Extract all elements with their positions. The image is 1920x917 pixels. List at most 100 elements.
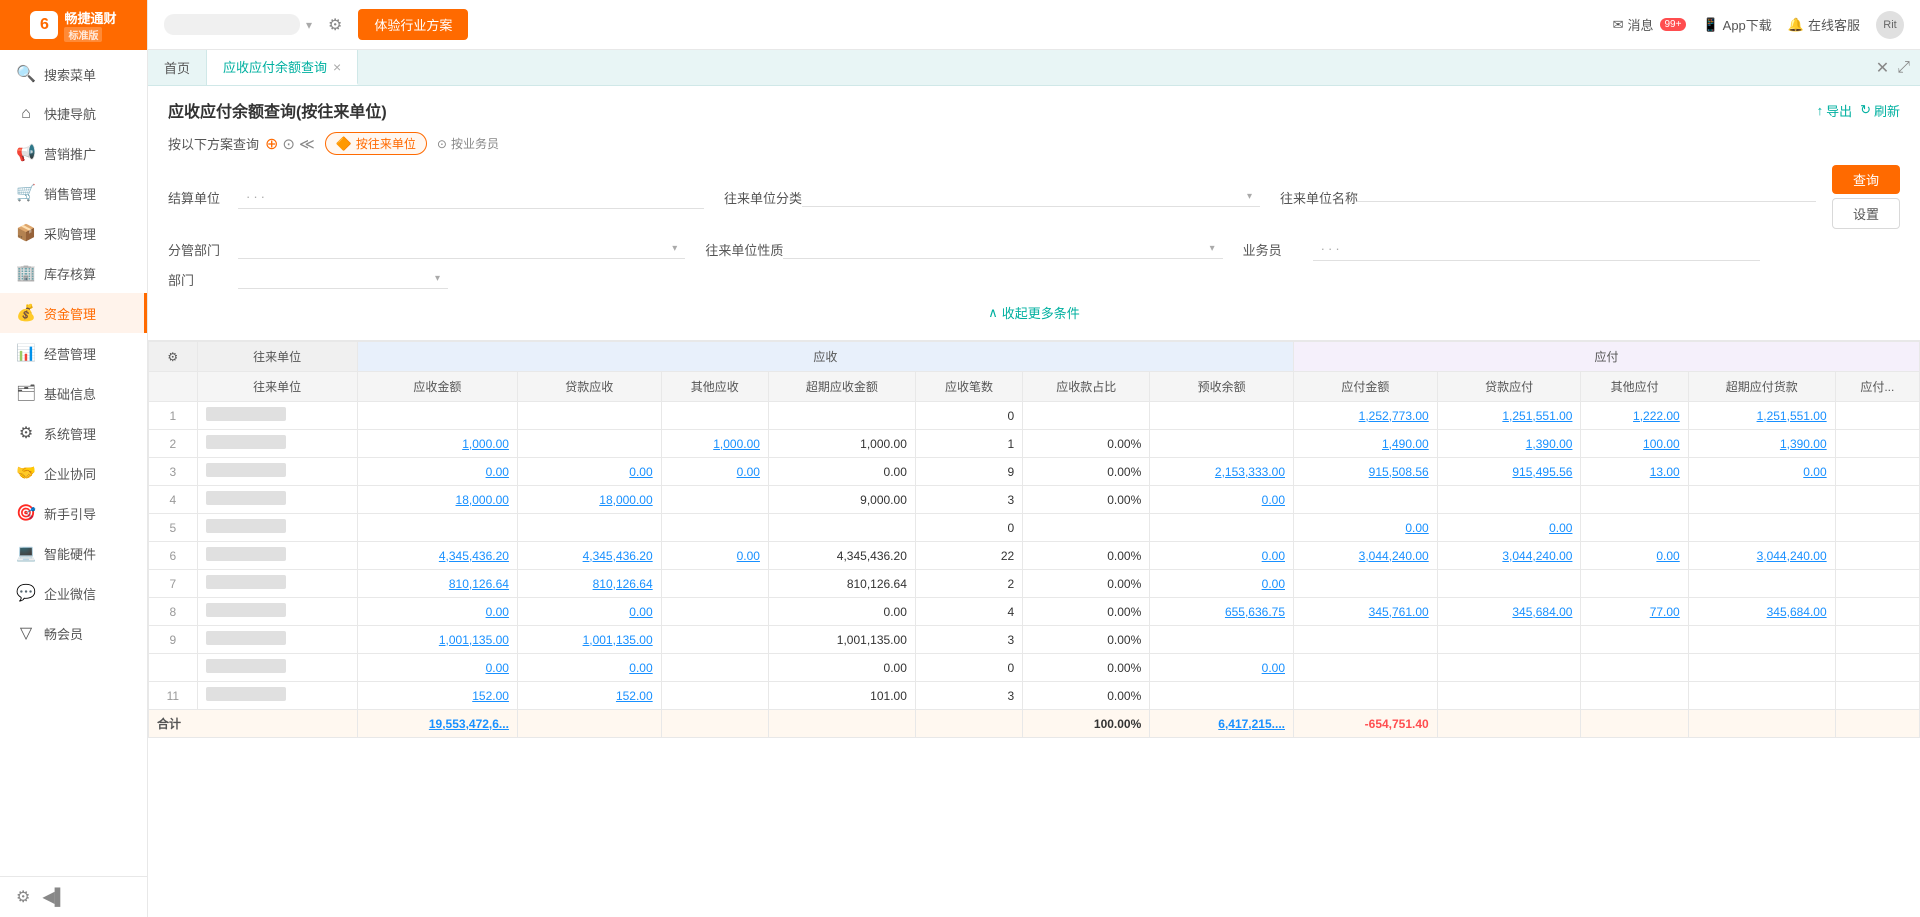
table-cell[interactable]: 1,390.00 <box>1688 430 1835 458</box>
export-button[interactable]: ↑ 导出 <box>1817 101 1853 120</box>
table-cell[interactable]: 1,000.00 <box>661 430 768 458</box>
table-cell[interactable]: 810,126.64 <box>517 570 661 598</box>
sidebar-item-quicknav[interactable]: ⌂ 快捷导航 <box>0 94 147 133</box>
table-cell[interactable]: 18,000.00 <box>357 486 517 514</box>
sidebar-item-hardware[interactable]: 💻 智能硬件 <box>0 533 147 573</box>
table-cell[interactable]: 1,222.00 <box>1581 402 1688 430</box>
collapse-button[interactable]: ∧ 收起更多条件 <box>168 297 1900 328</box>
table-cell[interactable]: 0.00 <box>1150 486 1294 514</box>
sidebar-item-sales[interactable]: 🛒 销售管理 <box>0 173 147 213</box>
sidebar-item-search[interactable]: 🔍 搜索菜单 <box>0 54 147 94</box>
scheme-by-salesman[interactable]: ⊙ 按业务员 <box>427 133 509 154</box>
table-cell[interactable]: 0.00 <box>1688 458 1835 486</box>
sidebar-item-marketing[interactable]: 📢 营销推广 <box>0 133 147 173</box>
table-cell[interactable]: 0.00 <box>357 458 517 486</box>
table-cell[interactable]: 1,490.00 <box>1294 430 1438 458</box>
table-cell[interactable]: 0.00 <box>357 654 517 682</box>
settings-button[interactable]: 设置 <box>1832 198 1900 229</box>
settings-icon[interactable]: ⚙ <box>16 887 30 907</box>
table-cell[interactable]: 18,000.00 <box>517 486 661 514</box>
collapse-sidebar-icon[interactable]: ◀▌ <box>42 887 66 907</box>
tab-ar-query[interactable]: 应收应付余额查询 × <box>207 50 358 85</box>
topbar-gear-icon[interactable]: ⚙ <box>324 11 346 39</box>
app-download-action[interactable]: 📱 App下载 <box>1702 15 1771 34</box>
table-cell[interactable]: 0.00 <box>1150 654 1294 682</box>
table-cell <box>197 682 357 710</box>
table-cell[interactable]: 1,001,135.00 <box>517 626 661 654</box>
filter-input-partner-name[interactable] <box>1358 193 1816 202</box>
refresh-button[interactable]: ↻ 刷新 <box>1860 101 1900 120</box>
table-cell[interactable]: 0.00 <box>661 542 768 570</box>
sidebar-item-enterprise[interactable]: 🤝 企业协同 <box>0 453 147 493</box>
footer-ap-other <box>1581 710 1688 738</box>
table-cell[interactable]: 77.00 <box>1581 598 1688 626</box>
online-service-action[interactable]: 🔔 在线客服 <box>1788 15 1860 34</box>
sidebar-item-finance[interactable]: 💰 资金管理 <box>0 293 147 333</box>
table-cell[interactable]: 345,684.00 <box>1688 598 1835 626</box>
table-cell[interactable]: 1,251,551.00 <box>1688 402 1835 430</box>
table-cell[interactable]: 4,345,436.20 <box>357 542 517 570</box>
tab-close-icon[interactable]: × <box>333 59 341 75</box>
sidebar-item-inventory[interactable]: 🏢 库存核算 <box>0 253 147 293</box>
table-cell[interactable]: 0.00 <box>661 458 768 486</box>
table-cell[interactable]: 0.00 <box>357 598 517 626</box>
table-cell[interactable]: 915,508.56 <box>1294 458 1438 486</box>
table-cell[interactable]: 152.00 <box>517 682 661 710</box>
table-cell[interactable]: 0.00 <box>1581 542 1688 570</box>
scheme-by-partner[interactable]: 🔶 按往来单位 <box>325 132 427 155</box>
scheme-collapse-icon[interactable]: ≪ <box>299 135 315 153</box>
table-cell[interactable]: 655,636.75 <box>1150 598 1294 626</box>
table-cell[interactable]: 0.00 <box>1150 570 1294 598</box>
footer-prepay[interactable]: 6,417,215.... <box>1150 710 1294 738</box>
table-cell[interactable]: 1,251,551.00 <box>1437 402 1581 430</box>
sidebar-item-management[interactable]: 📊 经营管理 <box>0 333 147 373</box>
filter-input-dept-mgr[interactable]: ▾ <box>238 239 685 259</box>
th-gear[interactable]: ⚙ <box>149 342 198 372</box>
table-cell[interactable]: 1,000.00 <box>357 430 517 458</box>
table-cell[interactable]: 915,495.56 <box>1437 458 1581 486</box>
table-cell[interactable]: 0.00 <box>517 598 661 626</box>
sidebar-item-purchase[interactable]: 📦 采购管理 <box>0 213 147 253</box>
messages-action[interactable]: ✉ 消息 99+ <box>1613 15 1687 34</box>
table-cell[interactable]: 810,126.64 <box>357 570 517 598</box>
sidebar-item-guide[interactable]: 🎯 新手引导 <box>0 493 147 533</box>
tab-maximize-icon[interactable]: ⤢ <box>1897 59 1910 77</box>
filter-input-partner-nature[interactable]: ▾ <box>783 239 1222 259</box>
table-cell[interactable]: 1,001,135.00 <box>357 626 517 654</box>
table-cell[interactable]: 0.00 <box>1150 542 1294 570</box>
table-cell[interactable]: 0.00 <box>1294 514 1438 542</box>
table-cell[interactable]: 1,390.00 <box>1437 430 1581 458</box>
sidebar-item-member[interactable]: ▽ 畅会员 <box>0 613 147 653</box>
table-cell[interactable]: 345,761.00 <box>1294 598 1438 626</box>
table-cell[interactable]: 0.00 <box>517 654 661 682</box>
table-cell[interactable]: 4,345,436.20 <box>517 542 661 570</box>
hardware-icon: 💻 <box>16 543 36 563</box>
filter-input-settlement[interactable]: ··· <box>238 185 704 209</box>
table-cell[interactable]: 0.00 <box>1437 514 1581 542</box>
query-button[interactable]: 查询 <box>1832 165 1900 194</box>
table-cell[interactable]: 345,684.00 <box>1437 598 1581 626</box>
table-cell[interactable]: 13.00 <box>1581 458 1688 486</box>
sidebar-item-system[interactable]: ⚙ 系统管理 <box>0 413 147 453</box>
sidebar-item-wechat[interactable]: 💬 企业微信 <box>0 573 147 613</box>
table-cell[interactable]: 0.00 <box>517 458 661 486</box>
filter-input-salesman[interactable]: ··· <box>1313 237 1760 261</box>
user-avatar[interactable]: Rit <box>1876 11 1904 39</box>
table-cell[interactable]: 3,044,240.00 <box>1294 542 1438 570</box>
scheme-settings-icon[interactable]: ⊙ <box>282 135 295 153</box>
solution-button[interactable]: 体验行业方案 <box>358 9 468 40</box>
filter-input-partner-cat[interactable]: ▾ <box>802 187 1260 207</box>
table-container[interactable]: ⚙ 往来单位 应收 应付 往来单位 应收金额 贷款应收 其他应收 超期应收金额 … <box>148 341 1920 917</box>
tab-close-window-icon[interactable]: ✕ <box>1876 58 1889 78</box>
sidebar-item-baseinfo[interactable]: 🗂 基础信息 <box>0 373 147 413</box>
footer-ar-amount[interactable]: 19,553,472,6... <box>357 710 517 738</box>
table-cell[interactable]: 2,153,333.00 <box>1150 458 1294 486</box>
tab-home[interactable]: 首页 <box>148 50 207 85</box>
table-cell[interactable]: 3,044,240.00 <box>1437 542 1581 570</box>
add-scheme-icon[interactable]: ⊕ <box>265 134 278 154</box>
table-cell[interactable]: 100.00 <box>1581 430 1688 458</box>
table-cell[interactable]: 1,252,773.00 <box>1294 402 1438 430</box>
table-cell[interactable]: 152.00 <box>357 682 517 710</box>
table-cell[interactable]: 3,044,240.00 <box>1688 542 1835 570</box>
filter-input-dept[interactable]: ▾ <box>238 269 448 289</box>
